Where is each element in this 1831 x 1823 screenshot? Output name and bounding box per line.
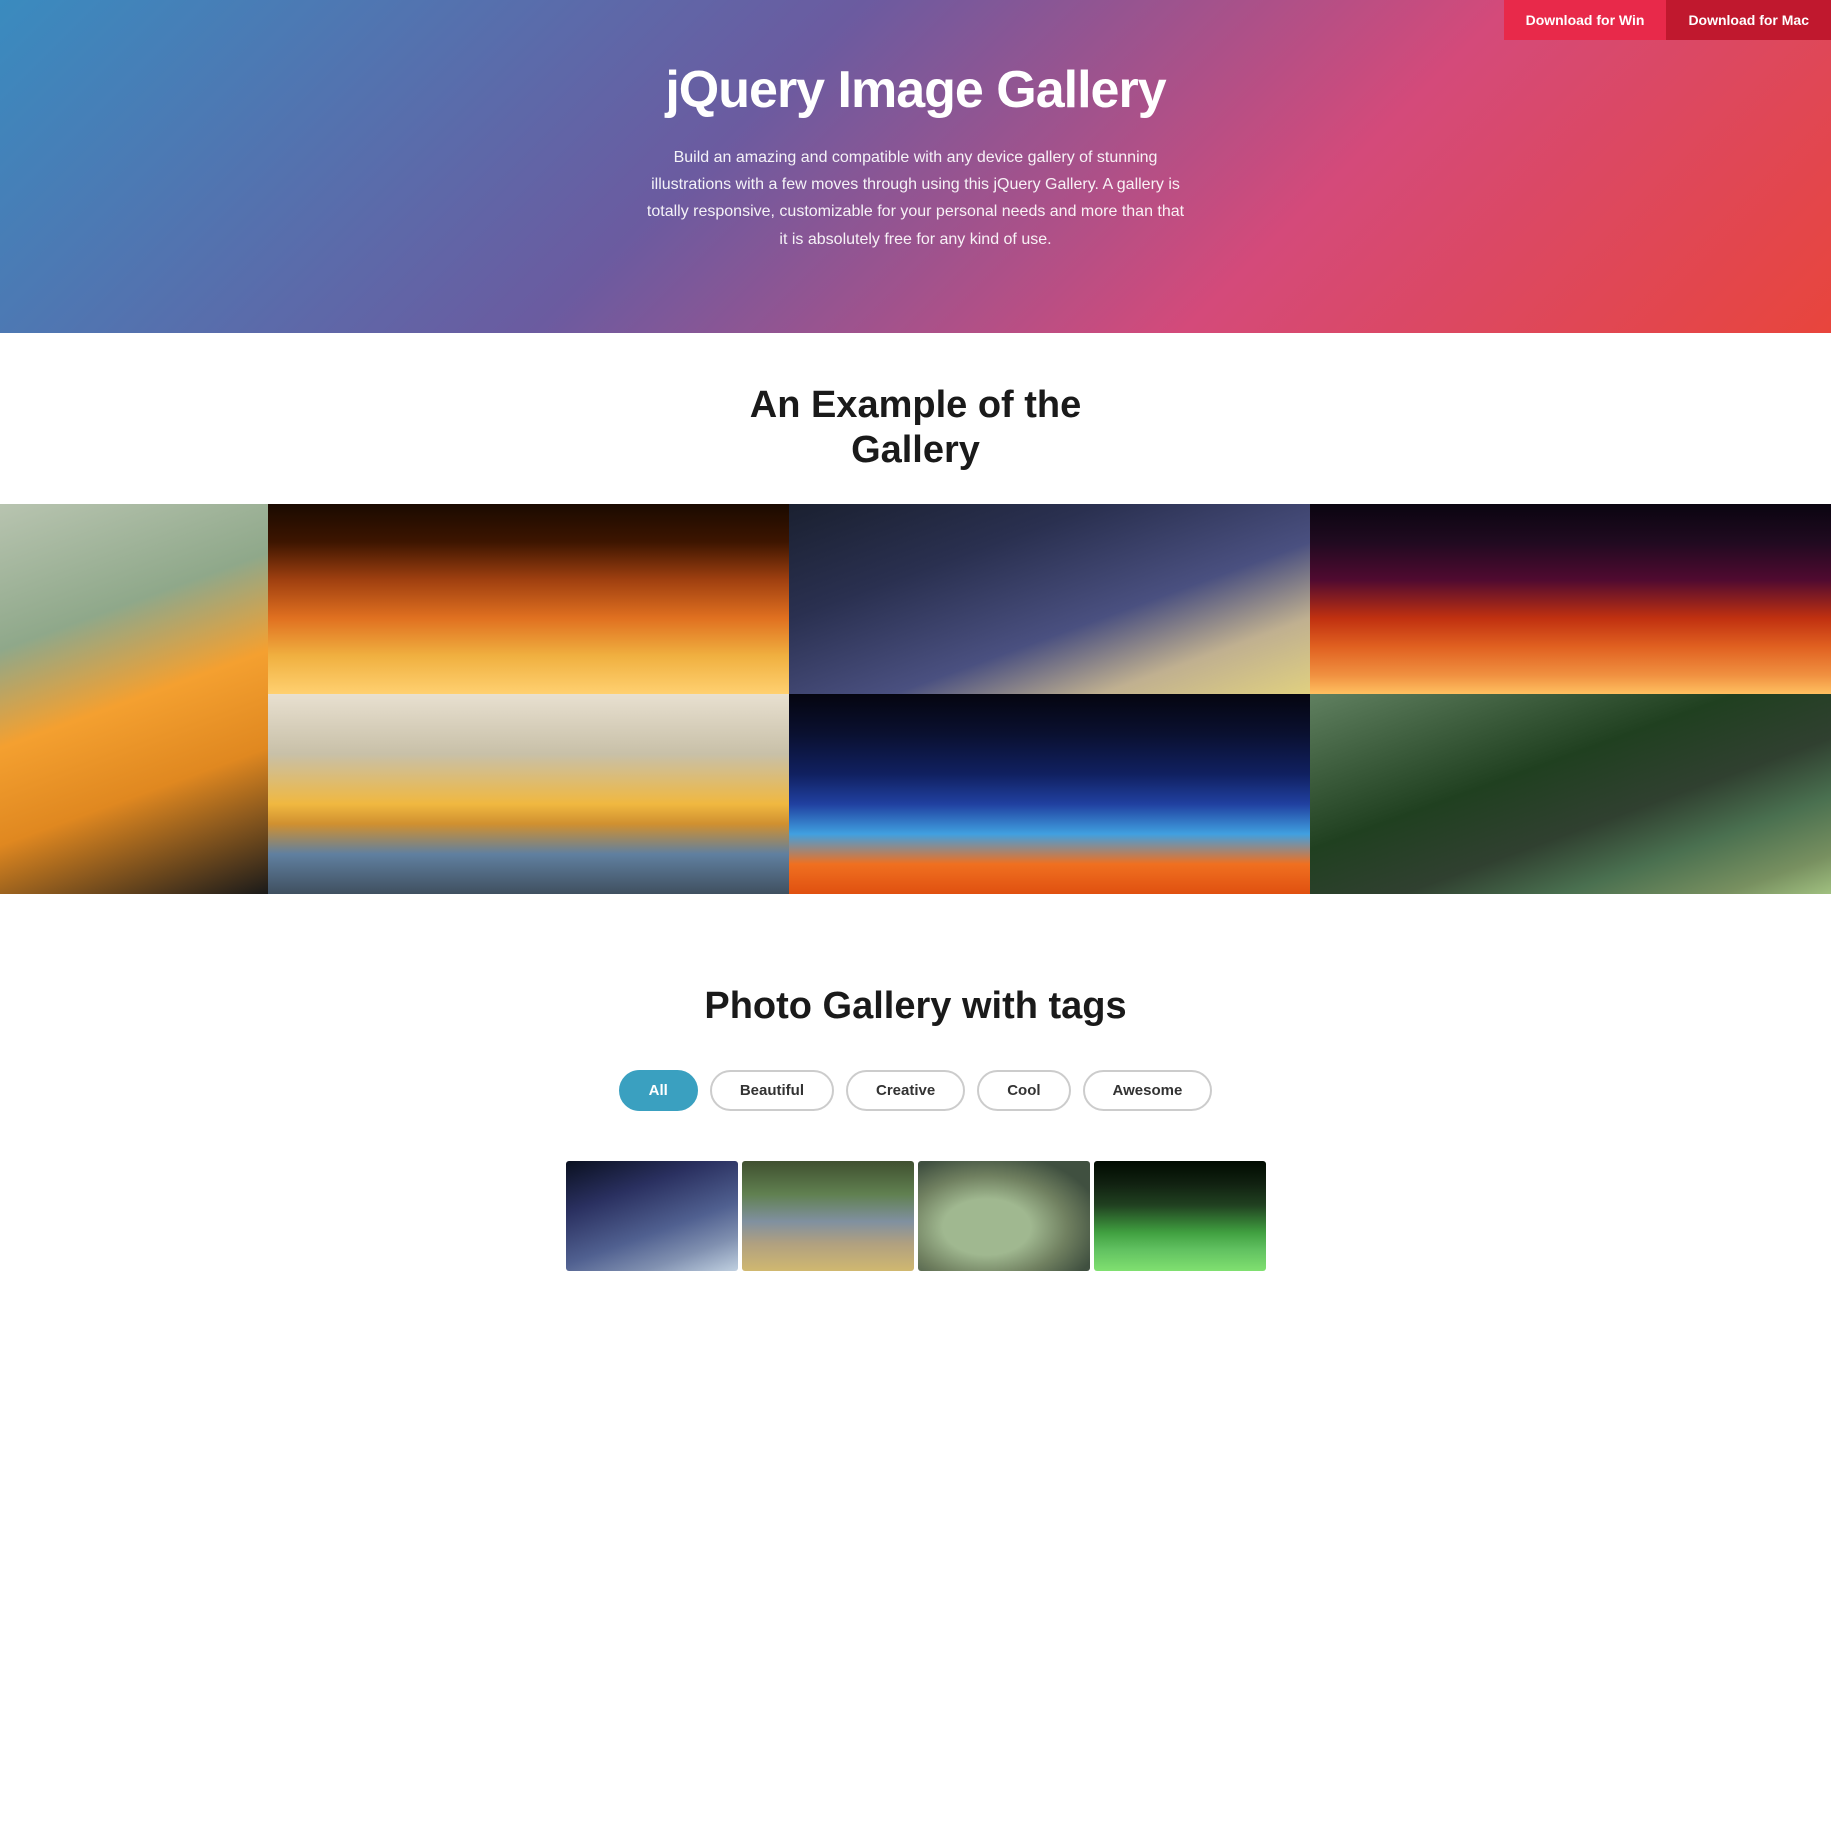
hero-title: jQuery Image Gallery: [20, 60, 1811, 120]
hero-description: Build an amazing and compatible with any…: [646, 144, 1186, 253]
photo-sunset2[interactable]: [1310, 504, 1831, 694]
download-win-button[interactable]: Download for Win: [1504, 0, 1667, 40]
tag-cool-button[interactable]: Cool: [977, 1070, 1070, 1111]
tag-creative-button[interactable]: Creative: [846, 1070, 965, 1111]
hero-section: Download for Win Download for Mac jQuery…: [0, 0, 1831, 333]
photo-mountain[interactable]: [1310, 694, 1831, 894]
tagged-photo-3[interactable]: [918, 1161, 1090, 1271]
tag-beautiful-button[interactable]: Beautiful: [710, 1070, 834, 1111]
tag-awesome-button[interactable]: Awesome: [1083, 1070, 1213, 1111]
download-mac-button[interactable]: Download for Mac: [1666, 0, 1831, 40]
photo-city[interactable]: [789, 694, 1310, 894]
photo-car[interactable]: [0, 504, 268, 894]
tagged-photo-4[interactable]: [1094, 1161, 1266, 1271]
download-bar: Download for Win Download for Mac: [1504, 0, 1831, 40]
tag-all-button[interactable]: All: [619, 1070, 698, 1111]
tagged-photo-1[interactable]: [566, 1161, 738, 1271]
gallery-example-section: An Example of the Gallery: [0, 333, 1831, 934]
tagged-photo-2[interactable]: [742, 1161, 914, 1271]
gallery-example-title: An Example of the Gallery: [0, 383, 1831, 474]
tags-gallery-section: Photo Gallery with tags All Beautiful Cr…: [0, 934, 1831, 1301]
photo-clouds[interactable]: [789, 504, 1310, 694]
tagged-photos-grid: [566, 1161, 1266, 1271]
photo-sunset[interactable]: [268, 504, 789, 694]
photo-bus[interactable]: [268, 694, 789, 894]
tags-bar: All Beautiful Creative Cool Awesome: [20, 1070, 1811, 1111]
mosaic-grid: [0, 504, 1831, 894]
tags-section-title: Photo Gallery with tags: [20, 984, 1811, 1030]
